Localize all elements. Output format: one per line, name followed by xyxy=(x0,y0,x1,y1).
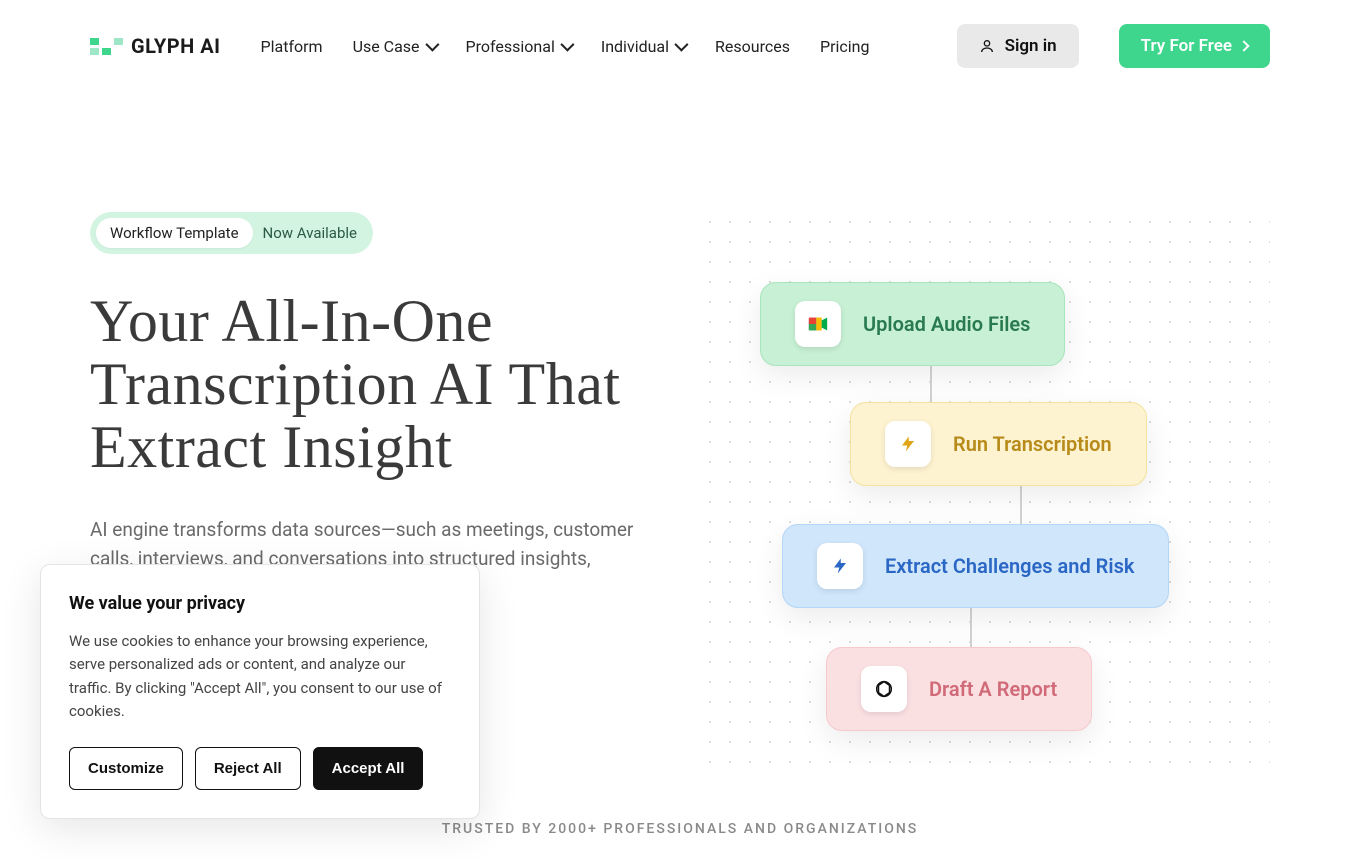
bolt-icon xyxy=(885,421,931,467)
nav-usecase[interactable]: Use Case xyxy=(353,37,436,56)
cookie-title: We value your privacy xyxy=(69,593,451,614)
flow-node-report: Draft A Report xyxy=(826,647,1092,731)
brand-name: GLYPH AI xyxy=(131,34,221,58)
cookie-reject-button[interactable]: Reject All xyxy=(195,747,301,790)
cookie-text: We use cookies to enhance your browsing … xyxy=(69,630,451,723)
nav-individual[interactable]: Individual xyxy=(601,37,685,56)
page-title: Your All-In-One Transcription AI That Ex… xyxy=(90,290,660,479)
nav-pricing[interactable]: Pricing xyxy=(820,37,870,56)
cookie-customize-button[interactable]: Customize xyxy=(69,747,183,790)
nav-professional-label: Professional xyxy=(466,37,555,56)
chevron-down-icon xyxy=(560,38,574,52)
flow-node-upload: Upload Audio Files xyxy=(760,282,1065,366)
flow-node-label: Run Transcription xyxy=(953,432,1112,456)
cookie-accept-button[interactable]: Accept All xyxy=(313,747,424,790)
logo-icon xyxy=(90,38,123,55)
cookie-banner: We value your privacy We use cookies to … xyxy=(40,564,480,819)
google-meet-icon xyxy=(795,301,841,347)
nav-platform-label: Platform xyxy=(261,37,323,56)
chevron-right-icon xyxy=(1238,40,1249,51)
flow-connector xyxy=(1020,484,1022,526)
flow-node-transcription: Run Transcription xyxy=(850,402,1147,486)
try-for-free-label: Try For Free xyxy=(1141,36,1232,56)
flow-node-extract: Extract Challenges and Risk xyxy=(782,524,1169,608)
nav-pricing-label: Pricing xyxy=(820,37,870,56)
chevron-down-icon xyxy=(674,38,688,52)
trusted-by-text: TRUSTED BY 2000+ PROFESSIONALS AND ORGAN… xyxy=(0,821,1360,837)
bolt-icon xyxy=(817,543,863,589)
nav-professional[interactable]: Professional xyxy=(466,37,571,56)
user-icon xyxy=(979,38,995,54)
openai-icon xyxy=(861,666,907,712)
badge-text: Now Available xyxy=(263,224,357,242)
header: GLYPH AI Platform Use Case Professional … xyxy=(0,0,1360,92)
workflow-diagram: Upload Audio Files Run Transcription Ext… xyxy=(700,212,1270,772)
nav-individual-label: Individual xyxy=(601,37,669,56)
nav-resources-label: Resources xyxy=(715,37,790,56)
logo[interactable]: GLYPH AI xyxy=(90,34,221,58)
signin-button[interactable]: Sign in xyxy=(957,24,1079,68)
badge-pill: Workflow Template xyxy=(96,218,253,248)
cookie-button-row: Customize Reject All Accept All xyxy=(69,747,451,790)
nav-resources[interactable]: Resources xyxy=(715,37,790,56)
announcement-badge[interactable]: Workflow Template Now Available xyxy=(90,212,373,254)
flow-connector xyxy=(970,606,972,648)
nav-platform[interactable]: Platform xyxy=(261,37,323,56)
nav-usecase-label: Use Case xyxy=(353,37,420,56)
signin-label: Sign in xyxy=(1005,36,1057,56)
flow-node-label: Draft A Report xyxy=(929,677,1057,701)
flow-connector xyxy=(930,362,932,404)
flow-node-label: Upload Audio Files xyxy=(863,312,1030,336)
nav: Platform Use Case Professional Individua… xyxy=(261,37,870,56)
chevron-down-icon xyxy=(425,38,439,52)
try-for-free-button[interactable]: Try For Free xyxy=(1119,24,1270,68)
flow-node-label: Extract Challenges and Risk xyxy=(885,554,1134,578)
